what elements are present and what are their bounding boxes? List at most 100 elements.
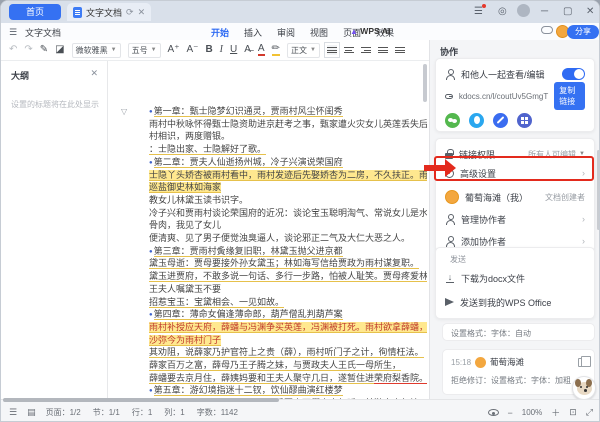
zoom-level[interactable]: 100% bbox=[522, 408, 542, 417]
panel-title: 协作 bbox=[440, 47, 459, 57]
justify-icon[interactable] bbox=[377, 45, 388, 55]
history-record-partial: 设置格式：字体：自动 bbox=[442, 323, 595, 341]
doc-tab-label: 文字文档 bbox=[86, 7, 123, 18]
undo-icon[interactable]: ↶ bbox=[9, 45, 17, 55]
history-avatar bbox=[475, 356, 487, 368]
doc-line[interactable]: ●第二章：贾夫人仙逝扬州城，冷子兴演说荣国府 bbox=[149, 156, 427, 169]
highlight-color-icon[interactable]: ✏ bbox=[271, 44, 280, 56]
statusbar-item-1: 节：1/1 bbox=[92, 408, 120, 417]
chevron-right-icon: › bbox=[582, 236, 585, 246]
titlebar: 首页 文字文档 ⟳ ✕ ☰ ◎ ─ ▢ ✕ bbox=[1, 1, 599, 23]
share-toggle[interactable] bbox=[562, 68, 585, 80]
outline-close-icon[interactable]: ✕ bbox=[90, 68, 98, 79]
doc-line[interactable]: 村相识，两度赠银。 bbox=[149, 130, 427, 143]
document-tab[interactable]: 文字文档 ⟳ ✕ bbox=[67, 3, 152, 21]
italic-icon[interactable]: I bbox=[220, 45, 223, 55]
font-size-select[interactable]: 五号 ▼ bbox=[127, 42, 161, 58]
history-partial-text: 设置格式：字体：自动 bbox=[451, 329, 531, 338]
font-color-icon[interactable]: A bbox=[257, 44, 265, 56]
doc-line[interactable]: 薛家百万之富，薛母乃王子腾之妹，与贾政夫人王氏一母所生， bbox=[149, 359, 427, 372]
format-painter-icon[interactable]: ✎ bbox=[40, 45, 48, 55]
document-text: ●第一章：甄士隐梦幻识通灵，贾雨村风尘怀闺秀 雨村中秋咏怀得甄士隐资助进京赶考之事… bbox=[149, 105, 427, 399]
toolbar: ↶ ↷ ✎ ◪ 微软雅黑 ▼ 五号 ▼ A⁺ A⁻ B I U A̶ A ✏ 正文 ▼ bbox=[1, 40, 429, 61]
doc-line[interactable]: ●第四章：薄命女偏逢薄命郎，葫芦僧乱判葫芦案 bbox=[149, 308, 427, 321]
maximize-button[interactable]: ▢ bbox=[563, 5, 572, 19]
statusbar: ☰ ▤ 页面：1/2 节：1/1 行：1 列：1 字数：1142 − 100% ＋ ⊡ … bbox=[1, 399, 599, 421]
zoom-out-icon[interactable]: − bbox=[508, 408, 513, 418]
send-to-wps-item[interactable]: 发送到我的WPS Office bbox=[436, 292, 594, 312]
doc-line[interactable]: 雨村中秋咏怀得甄士隐资助进京赶考之事，甄家遭火灾女儿英莲丢失后出家，甄士隐与雨 bbox=[149, 118, 427, 131]
share-qq-icon[interactable] bbox=[469, 112, 484, 128]
paragraph-handle-icon[interactable]: ▽ bbox=[121, 107, 127, 116]
minimize-button[interactable]: ─ bbox=[541, 5, 548, 19]
doc-line[interactable]: 沙弥今为雨村门子 bbox=[149, 334, 427, 347]
outline-title: 大纲 bbox=[11, 71, 30, 81]
share-copy-link-icon[interactable] bbox=[493, 112, 508, 128]
align-right-icon[interactable] bbox=[360, 45, 371, 55]
file-menu-icon[interactable]: ☰ bbox=[9, 25, 17, 39]
doc-line[interactable]: 王夫人嘱黛玉不要 bbox=[149, 283, 427, 296]
share-dingtalk-icon[interactable] bbox=[517, 112, 532, 128]
doc-line[interactable]: 骨肉，我见了女儿 bbox=[149, 219, 427, 232]
hamburger-menu-icon[interactable]: ☰ bbox=[474, 4, 486, 19]
doc-line[interactable]: ●第一章：甄士隐梦幻识通灵，贾雨村风尘怀闺秀 bbox=[149, 105, 427, 118]
tab-wps-ai[interactable]: ▲ WPS AI bbox=[350, 26, 390, 36]
horizontal-scrollbar[interactable] bbox=[3, 398, 279, 402]
strikethrough-icon[interactable]: A̶ bbox=[244, 45, 251, 55]
align-left-icon[interactable] bbox=[323, 41, 340, 59]
doc-line[interactable]: 雨村补授应天府，薛蟠与冯渊争买英莲，冯渊被打死。雨村欲拿薛蟠， 当日葫芦庙小 bbox=[149, 321, 427, 334]
doc-line[interactable]: 冷子兴和贾雨村谈论荣国府的近况：谈论宝玉聪明淘气、常说女儿是水做的骨肉，男子是泥… bbox=[149, 207, 427, 220]
doc-line[interactable]: 黛玉进贾府，不敢多说一句话、多行一步路，怕被人耻笑。贾母疼爱林黛玉；王熙凤出场； bbox=[149, 270, 427, 283]
share-wechat-icon[interactable] bbox=[445, 112, 460, 128]
paragraph-style-select[interactable]: 正文 ▼ bbox=[286, 42, 320, 58]
send-item-label: 下载为docx文件 bbox=[461, 273, 526, 284]
font-name-select[interactable]: 微软雅黑 ▼ bbox=[71, 42, 121, 58]
underline-icon[interactable]: U bbox=[230, 45, 237, 55]
redo-icon[interactable]: ↷ bbox=[24, 45, 32, 55]
zoom-in-icon[interactable]: ＋ bbox=[551, 406, 560, 419]
home-button[interactable]: 首页 bbox=[9, 4, 61, 20]
doc-line[interactable]: ●第五章：游幻境指迷十二钗，饮仙醪曲演红楼梦 bbox=[149, 384, 427, 397]
vertical-scrollbar[interactable] bbox=[423, 64, 427, 102]
share-button[interactable]: 分享 bbox=[567, 25, 599, 39]
eye-protection-icon[interactable] bbox=[487, 409, 499, 416]
decrease-font-icon[interactable]: A⁻ bbox=[186, 45, 198, 55]
statusbar-menu-icon[interactable]: ☰ bbox=[9, 407, 17, 418]
outline-placeholder: 设置的标题将在此处显示 bbox=[11, 100, 99, 109]
copy-link-button[interactable]: 复制链接 bbox=[554, 82, 585, 110]
copy-icon[interactable] bbox=[578, 355, 591, 367]
history-record: 15:18 葡萄海滩 拒绝修订：设置格式：字体：加粗 bbox=[442, 349, 596, 400]
doc-line[interactable]: 薛蟠要去京月住，薛姨妈要和王夫人聚守几日，遂暂住进荣府梨香院。 bbox=[149, 372, 427, 385]
fullscreen-icon[interactable]: ⤢ bbox=[586, 407, 593, 418]
doc-line[interactable]: 士隐丫头娇杏被雨村看中，雨村发迹后先娶娇杏为二房，不久扶正。雨村因贪酷被革职带 bbox=[149, 169, 427, 182]
send-section-title: 发送 bbox=[450, 255, 466, 264]
refresh-icon[interactable]: ⟳ bbox=[126, 7, 134, 18]
doc-line[interactable]: ●第三章：贾雨村夤缘复旧职，林黛玉抛父进京都 bbox=[149, 245, 427, 258]
notification-dot bbox=[481, 4, 486, 8]
doc-line[interactable]: 其劝阻，说薛家乃护官符上之贵（薛），雨村听门子之计，徇情枉法。 bbox=[149, 346, 427, 359]
fit-page-icon[interactable]: ⊡ bbox=[569, 407, 577, 418]
document-area[interactable]: ▽ ●第一章：甄士隐梦幻识通灵，贾雨村风尘怀闺秀 雨村中秋咏怀得甄士隐资助进京赶考… bbox=[108, 61, 429, 399]
doc-line[interactable]: 黛玉母逝：贾母要接外孙女黛玉；林如海写信给贾政为雨村谋复职。 bbox=[149, 257, 427, 270]
manage-collaborators-item[interactable]: 管理协作者 › bbox=[436, 209, 594, 229]
line-spacing-icon[interactable] bbox=[394, 45, 405, 55]
cloud-sync-icon[interactable] bbox=[541, 26, 553, 34]
clear-format-icon[interactable]: ◪ bbox=[55, 45, 64, 55]
doc-line[interactable]: 教女儿林黛玉读书识字。 bbox=[149, 194, 427, 207]
download-docx-item[interactable]: ↓ 下载为docx文件 bbox=[436, 268, 594, 288]
send-card: 发送 ↓ 下载为docx文件 发送到我的WPS Office bbox=[435, 247, 595, 319]
owner-name: 葡萄海滩（我） bbox=[465, 192, 529, 203]
bold-icon[interactable]: B bbox=[205, 45, 212, 55]
close-button[interactable]: ✕ bbox=[586, 5, 594, 19]
increase-font-icon[interactable]: A⁺ bbox=[168, 45, 180, 55]
spellcheck-icon[interactable]: ▤ bbox=[27, 407, 36, 418]
add-collaborators-label: 添加协作者 bbox=[461, 236, 507, 247]
align-center-icon[interactable] bbox=[343, 45, 354, 55]
doc-line[interactable]: 便清爽、见了男子便觉浊臭逼人，谈论邪正二气及大仁大恶之人。 bbox=[149, 232, 427, 245]
doc-line[interactable]: 巡盐御史林如海家 bbox=[149, 181, 427, 194]
account-avatar[interactable] bbox=[517, 4, 530, 22]
settings-icon[interactable]: ◎ bbox=[498, 5, 507, 19]
doc-line[interactable]: ：士隐出家、士隐解好了歌。 bbox=[149, 143, 427, 156]
tab-close-icon[interactable]: ✕ bbox=[138, 7, 146, 18]
doc-line[interactable]: 招惹宝玉：宝黛相会、一见如故。 bbox=[149, 296, 427, 309]
